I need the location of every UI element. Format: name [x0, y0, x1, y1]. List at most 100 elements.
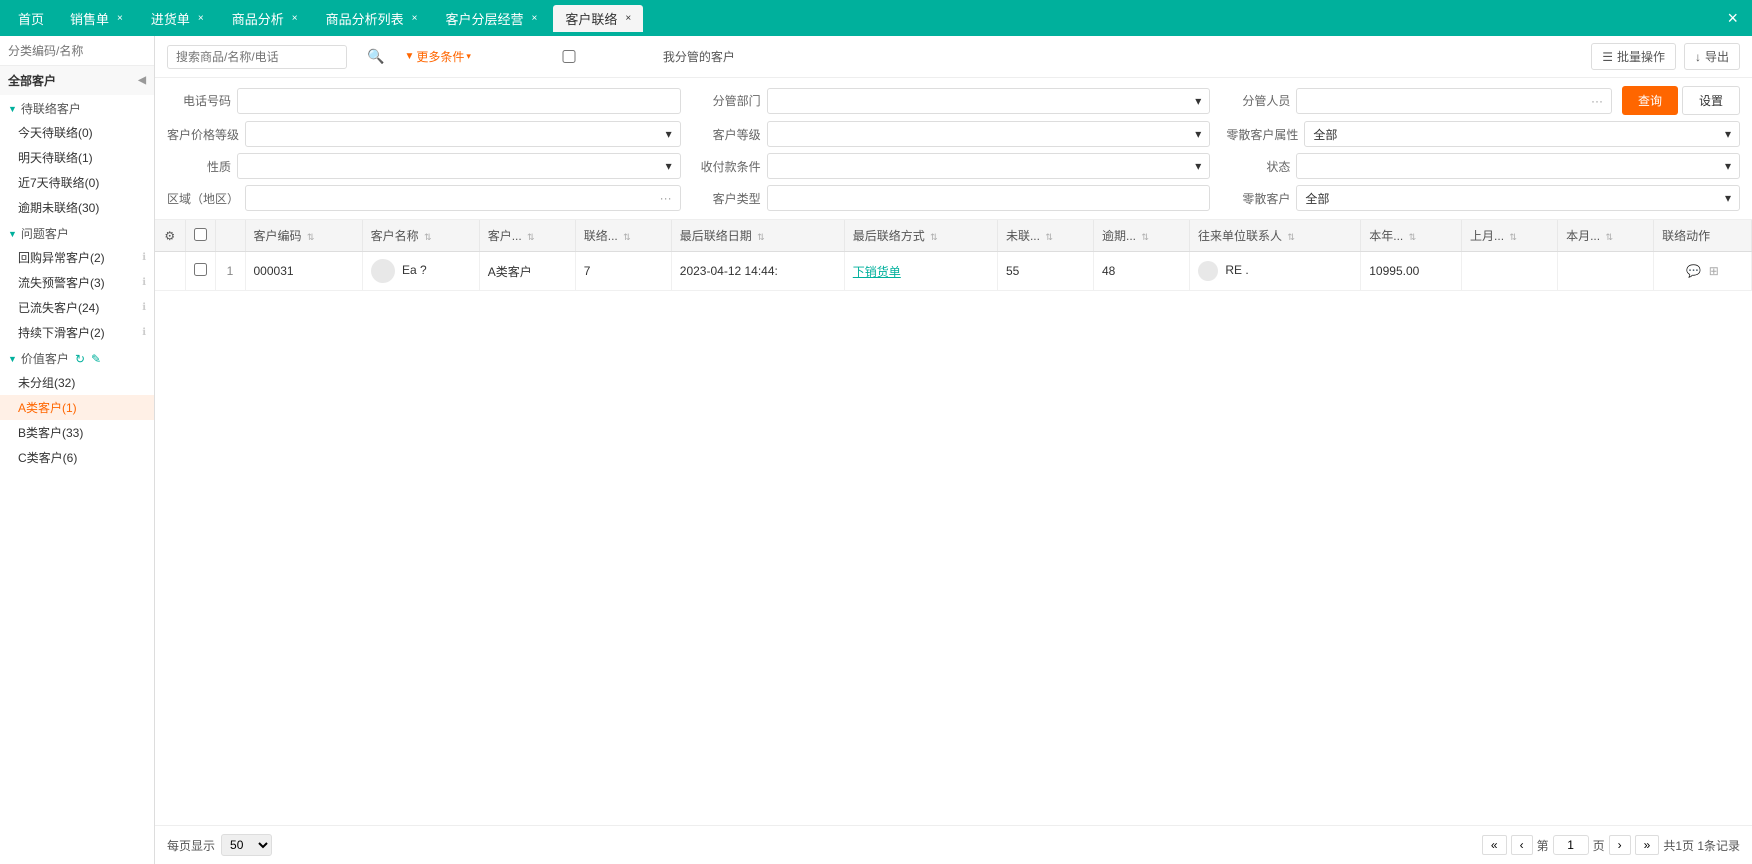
retail-attr-select[interactable]: 全部 ▾	[1304, 121, 1740, 147]
search-input[interactable]	[167, 45, 347, 69]
th-last-contact-method[interactable]: 最后联络方式 ⇅	[844, 220, 997, 252]
close-all-button[interactable]: ×	[1721, 8, 1744, 29]
qr-icon[interactable]: ⊞	[1709, 264, 1719, 278]
region-input[interactable]: ···	[245, 185, 681, 211]
filter-manager: 分管人员 ··· 查询 设置	[1226, 86, 1740, 115]
sidebar-item-c-class[interactable]: C类客户(6)	[0, 445, 154, 470]
customer-level-chevron: ▾	[1195, 127, 1201, 141]
nav-tab-sales[interactable]: 销售单 ×	[58, 5, 135, 32]
sidebar-item-today-pending[interactable]: 今天待联络(0)	[0, 120, 154, 145]
sort-icon-method: ⇅	[930, 232, 938, 242]
sidebar-search-input[interactable]	[8, 44, 155, 58]
nav-tab-customer-segment-close[interactable]: ×	[531, 13, 537, 24]
sidebar-item-abnormal-repurchase[interactable]: 回购异常客户(2) ℹ	[0, 245, 154, 270]
th-customer-code[interactable]: 客户编码 ⇅	[245, 220, 362, 252]
nav-tab-product-analysis[interactable]: 商品分析 ×	[220, 5, 310, 32]
sidebar-item-unclassified[interactable]: 未分组(32)	[0, 370, 154, 395]
th-customer-level[interactable]: 客户... ⇅	[479, 220, 575, 252]
sidebar-item-overdue-pending[interactable]: 逾期未联络(30)	[0, 195, 154, 220]
sidebar-item-churned[interactable]: 已流失客户(24) ℹ	[0, 295, 154, 320]
chat-icon[interactable]: 💬	[1686, 264, 1701, 278]
info-icon-4: ℹ	[142, 327, 146, 338]
prev-page-button[interactable]: ‹	[1511, 835, 1533, 855]
th-company-contact[interactable]: 往来单位联系人 ⇅	[1190, 220, 1361, 252]
sidebar-group-problem[interactable]: ▼ 问题客户	[0, 220, 154, 245]
first-page-button[interactable]: «	[1482, 835, 1507, 855]
th-this-month[interactable]: 本月... ⇅	[1558, 220, 1654, 252]
batch-op-button[interactable]: ☰ 批量操作	[1591, 43, 1676, 70]
sort-icon-this-year: ⇅	[1409, 232, 1417, 242]
manager-input[interactable]: ···	[1296, 88, 1612, 114]
status-select[interactable]: ▾	[1296, 153, 1740, 179]
page-input[interactable]	[1553, 835, 1589, 855]
dept-select[interactable]: ▾	[767, 88, 1211, 114]
sidebar-item-churn-warning[interactable]: 流失预警客户(3) ℹ	[0, 270, 154, 295]
company-contact-text: RE .	[1225, 263, 1248, 277]
nav-tab-customer-contact[interactable]: 客户联络 ×	[553, 5, 643, 32]
nav-tab-product-analysis-close[interactable]: ×	[292, 13, 298, 24]
retail-customer-select[interactable]: 全部 ▾	[1296, 185, 1740, 211]
query-button[interactable]: 查询	[1622, 86, 1678, 115]
th-not-contacted[interactable]: 未联... ⇅	[997, 220, 1093, 252]
th-settings[interactable]: ⚙	[155, 220, 185, 252]
th-last-contact-date[interactable]: 最后联络日期 ⇅	[671, 220, 844, 252]
last-contact-method-link[interactable]: 下销货单	[853, 265, 901, 279]
more-conditions-btn[interactable]: ▼ 更多条件 ▾	[404, 48, 470, 65]
sidebar-item-b-class[interactable]: B类客户(33)	[0, 420, 154, 445]
next-page-button[interactable]: ›	[1609, 835, 1631, 855]
th-customer-name[interactable]: 客户名称 ⇅	[362, 220, 479, 252]
nav-tab-purchase[interactable]: 进货单 ×	[139, 5, 216, 32]
value-group-edit-icon[interactable]: ✎	[91, 352, 101, 366]
nav-tab-customer-segment[interactable]: 客户分层经营 ×	[433, 5, 549, 32]
nav-tab-sales-close[interactable]: ×	[117, 13, 123, 24]
td-contact: 7	[575, 252, 671, 291]
payment-select[interactable]: ▾	[767, 153, 1211, 179]
sidebar-group-pending[interactable]: ▼ 待联络客户	[0, 95, 154, 120]
page-size-select[interactable]: 50 100	[221, 834, 272, 856]
manager-dots[interactable]: ···	[1591, 94, 1603, 108]
my-customers-checkbox[interactable]	[479, 50, 659, 63]
settings-button[interactable]: 设置	[1682, 86, 1740, 115]
sort-icon-overdue: ⇅	[1141, 232, 1149, 242]
nav-tab-product-list[interactable]: 商品分析列表 ×	[314, 5, 430, 32]
sidebar-group-value[interactable]: ▼ 价值客户 ↻ ✎	[0, 345, 154, 370]
td-last-contact-method[interactable]: 下销货单	[844, 252, 997, 291]
status-chevron: ▾	[1725, 159, 1731, 173]
manager-field[interactable]	[1305, 94, 1591, 108]
nav-tab-product-list-close[interactable]: ×	[412, 13, 418, 24]
sidebar-item-7days-pending[interactable]: 近7天待联络(0)	[0, 170, 154, 195]
search-button[interactable]: 🔍	[355, 42, 396, 71]
last-page-button[interactable]: »	[1635, 835, 1660, 855]
sidebar-item-a-class[interactable]: A类客户(1)	[0, 395, 154, 420]
customer-type-select[interactable]	[767, 185, 1211, 211]
sidebar-all-customers[interactable]: 全部客户 ◀	[0, 66, 154, 95]
nav-tab-customer-contact-close[interactable]: ×	[625, 13, 631, 24]
export-button[interactable]: ↓ 导出	[1684, 43, 1740, 70]
td-not-contacted: 55	[997, 252, 1093, 291]
th-last-month[interactable]: 上月... ⇅	[1462, 220, 1558, 252]
select-all-checkbox[interactable]	[194, 228, 207, 241]
my-customers-checkbox-label[interactable]: 我分管的客户	[479, 48, 735, 65]
phone-field[interactable]	[246, 94, 672, 108]
price-level-select[interactable]: ▾	[245, 121, 681, 147]
page-end-label: 页	[1593, 837, 1605, 854]
sidebar-item-declining[interactable]: 持续下滑客户(2) ℹ	[0, 320, 154, 345]
company-contact-avatar	[1198, 261, 1218, 281]
value-group-refresh-icon[interactable]: ↻	[75, 352, 85, 366]
th-contact[interactable]: 联络... ⇅	[575, 220, 671, 252]
region-dots[interactable]: ···	[660, 191, 672, 205]
nav-home[interactable]: 首页	[8, 5, 54, 32]
customer-level-select[interactable]: ▾	[767, 121, 1211, 147]
avatar	[371, 259, 395, 283]
pagination-left: 每页显示 50 100	[167, 834, 272, 856]
phone-input[interactable]	[237, 88, 681, 114]
nature-select[interactable]: ▾	[237, 153, 681, 179]
row-checkbox[interactable]	[194, 263, 207, 276]
nav-tab-purchase-close[interactable]: ×	[198, 13, 204, 24]
sidebar-item-tomorrow-pending[interactable]: 明天待联络(1)	[0, 145, 154, 170]
th-this-year[interactable]: 本年... ⇅	[1361, 220, 1462, 252]
th-overdue[interactable]: 逾期... ⇅	[1094, 220, 1190, 252]
filter-payment: 收付款条件 ▾	[697, 153, 1211, 179]
region-field[interactable]	[254, 191, 660, 205]
main-layout: 🔍 全部客户 ◀ ▼ 待联络客户 今天待联络(0) 明天待联络(1) 近7天待联…	[0, 36, 1752, 864]
